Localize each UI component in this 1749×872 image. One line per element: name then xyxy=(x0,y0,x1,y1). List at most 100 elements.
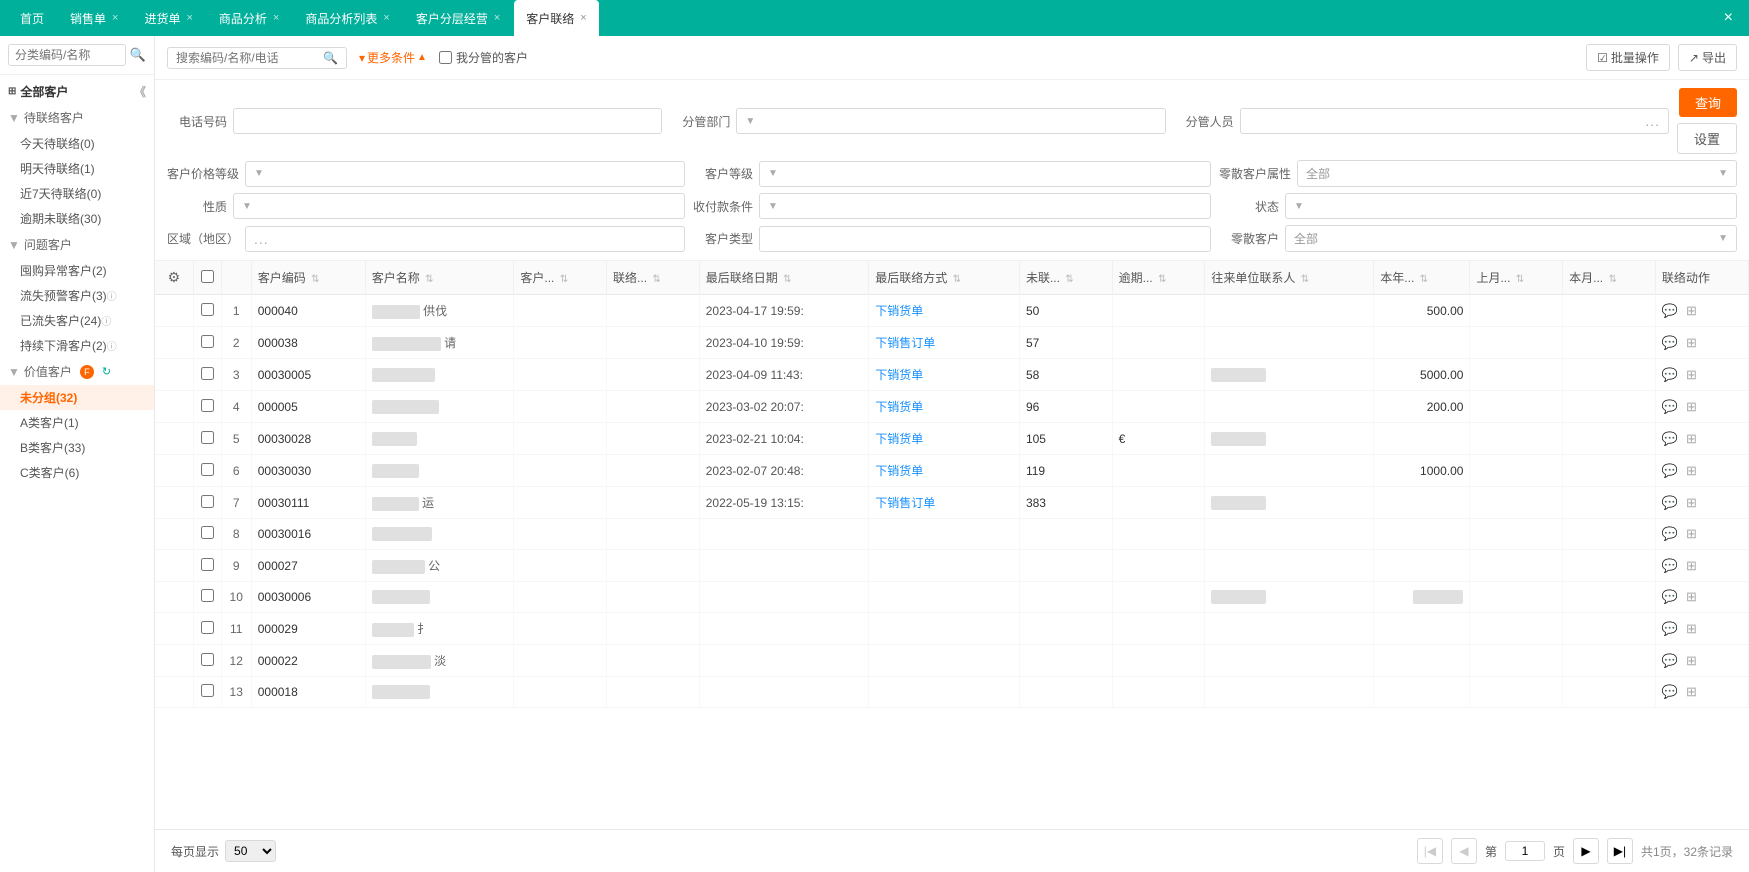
row-checkbox-cell[interactable] xyxy=(193,677,221,708)
sidebar-item-hoarding-abnormal[interactable]: 囤购异常客户(2) xyxy=(0,258,154,283)
col-code[interactable]: 客户编码 ⇅ xyxy=(251,261,365,295)
sidebar-item-churned[interactable]: 已流失客户(24)ⓘ xyxy=(0,308,154,333)
contact-icon[interactable]: 💬 xyxy=(1662,558,1678,574)
reset-btn[interactable]: 设置 xyxy=(1677,123,1737,154)
more-action-icon[interactable]: ⊞ xyxy=(1686,399,1697,415)
status-input[interactable]: ▼ xyxy=(1285,193,1737,219)
close-all-tabs[interactable]: × xyxy=(1716,9,1741,27)
more-action-icon[interactable]: ⊞ xyxy=(1686,303,1697,319)
all-customers-header[interactable]: ⊞ 全部客户 《 xyxy=(0,75,154,104)
contact-icon[interactable]: 💬 xyxy=(1662,335,1678,351)
row-checkbox[interactable] xyxy=(201,589,214,602)
more-action-icon[interactable]: ⊞ xyxy=(1686,367,1697,383)
close-purchase-tab[interactable]: × xyxy=(186,12,192,24)
row-checkbox[interactable] xyxy=(201,399,214,412)
last-way-link[interactable]: 下销售订单 xyxy=(875,336,935,350)
col-this-year[interactable]: 本年... ⇅ xyxy=(1374,261,1470,295)
col-last-way[interactable]: 最后联络方式 ⇅ xyxy=(869,261,1020,295)
close-customer-layer-tab[interactable]: × xyxy=(494,12,500,24)
sidebar-item-class-b[interactable]: B类客户(33) xyxy=(0,435,154,460)
more-action-icon[interactable]: ⊞ xyxy=(1686,621,1697,637)
last-way-link[interactable]: 下销货单 xyxy=(875,304,923,318)
row-checkbox-cell[interactable] xyxy=(193,391,221,423)
col-name[interactable]: 客户名称 ⇅ xyxy=(365,261,514,295)
retail-attr-input[interactable]: 全部 ▼ xyxy=(1297,160,1737,187)
row-checkbox-cell[interactable] xyxy=(193,645,221,677)
price-level-input[interactable]: ▼ xyxy=(245,161,685,187)
query-btn[interactable]: 查询 xyxy=(1679,88,1737,117)
customer-level-input[interactable]: ▼ xyxy=(759,161,1211,187)
col-settings[interactable]: ⚙ xyxy=(155,261,193,295)
sidebar-item-overdue-pending[interactable]: 逾期未联络(30) xyxy=(0,206,154,231)
settings-icon[interactable]: ⚙ xyxy=(168,269,181,285)
more-action-icon[interactable]: ⊞ xyxy=(1686,653,1697,669)
sidebar-item-churn-warning[interactable]: 流失预警客户(3)ⓘ xyxy=(0,283,154,308)
tab-customer-layer[interactable]: 客户分层经营 × xyxy=(404,0,512,36)
first-page-btn[interactable]: |◀ xyxy=(1417,838,1443,864)
tab-product-analysis-list[interactable]: 商品分析列表 × xyxy=(293,0,401,36)
more-action-icon[interactable]: ⊞ xyxy=(1686,495,1697,511)
sidebar-item-class-a[interactable]: A类客户(1) xyxy=(0,410,154,435)
contact-icon[interactable]: 💬 xyxy=(1662,621,1678,637)
sidebar-item-today-pending[interactable]: 今天待联络(0) xyxy=(0,131,154,156)
row-checkbox-cell[interactable] xyxy=(193,455,221,487)
col-last-date[interactable]: 最后联络日期 ⇅ xyxy=(699,261,869,295)
tab-customer-contact[interactable]: 客户联络 × xyxy=(514,0,598,36)
col-not-contacted[interactable]: 未联... ⇅ xyxy=(1019,261,1112,295)
row-checkbox-cell[interactable] xyxy=(193,550,221,582)
row-checkbox[interactable] xyxy=(201,526,214,539)
main-search-icon[interactable]: 🔍 xyxy=(323,51,338,65)
more-action-icon[interactable]: ⊞ xyxy=(1686,431,1697,447)
more-action-icon[interactable]: ⊞ xyxy=(1686,335,1697,351)
row-checkbox[interactable] xyxy=(201,558,214,571)
col-contact[interactable]: 联络... ⇅ xyxy=(607,261,700,295)
row-checkbox[interactable] xyxy=(201,653,214,666)
export-btn[interactable]: ↗ 导出 xyxy=(1678,44,1737,71)
group-problem-customers[interactable]: ▼ 问题客户 xyxy=(0,231,154,258)
tab-purchase[interactable]: 进货单 × xyxy=(132,0,204,36)
contact-icon[interactable]: 💬 xyxy=(1662,431,1678,447)
last-way-link[interactable]: 下销货单 xyxy=(875,368,923,382)
col-last-month[interactable]: 上月... ⇅ xyxy=(1470,261,1563,295)
my-customers-checkbox[interactable] xyxy=(439,51,452,64)
batch-operations-btn[interactable]: ☑ 批量操作 xyxy=(1586,44,1670,71)
contact-icon[interactable]: 💬 xyxy=(1662,589,1678,605)
row-checkbox-cell[interactable] xyxy=(193,519,221,550)
retail-customer-input[interactable]: 全部 ▼ xyxy=(1285,225,1737,252)
phone-input[interactable] xyxy=(233,108,662,134)
customer-type-input[interactable] xyxy=(759,226,1211,252)
row-checkbox-cell[interactable] xyxy=(193,327,221,359)
more-action-icon[interactable]: ⊞ xyxy=(1686,684,1697,700)
region-input[interactable]: ... xyxy=(245,226,685,252)
row-checkbox-cell[interactable] xyxy=(193,359,221,391)
close-product-analysis-tab[interactable]: × xyxy=(273,12,279,24)
more-action-icon[interactable]: ⊞ xyxy=(1686,463,1697,479)
row-checkbox-cell[interactable] xyxy=(193,295,221,327)
row-checkbox[interactable] xyxy=(201,495,214,508)
contact-icon[interactable]: 💬 xyxy=(1662,303,1678,319)
tab-sales[interactable]: 销售单 × xyxy=(58,0,130,36)
col-this-month[interactable]: 本月... ⇅ xyxy=(1563,261,1656,295)
row-checkbox-cell[interactable] xyxy=(193,582,221,613)
col-checkbox[interactable] xyxy=(193,261,221,295)
contact-icon[interactable]: 💬 xyxy=(1662,399,1678,415)
group-pending-contact[interactable]: ▼ 待联络客户 xyxy=(0,104,154,131)
more-conditions-btn[interactable]: ▾ 更多条件 ▲ xyxy=(359,49,427,66)
row-checkbox[interactable] xyxy=(201,303,214,316)
my-customers-filter[interactable]: 我分管的客户 xyxy=(439,49,528,66)
per-page-select[interactable]: 50 100 200 xyxy=(225,840,276,862)
prev-page-btn[interactable]: ◀ xyxy=(1451,838,1477,864)
page-input[interactable] xyxy=(1505,841,1545,861)
row-checkbox[interactable] xyxy=(201,335,214,348)
contact-icon[interactable]: 💬 xyxy=(1662,684,1678,700)
sidebar-search-icon[interactable]: 🔍 xyxy=(130,47,146,63)
group-value-customers[interactable]: ▼ 价值客户 F ↻ xyxy=(0,358,154,385)
more-action-icon[interactable]: ⊞ xyxy=(1686,526,1697,542)
row-checkbox[interactable] xyxy=(201,367,214,380)
main-search-input[interactable] xyxy=(176,51,319,65)
payment-input[interactable]: ▼ xyxy=(759,193,1211,219)
select-all-checkbox[interactable] xyxy=(201,270,214,283)
contact-icon[interactable]: 💬 xyxy=(1662,495,1678,511)
last-page-btn[interactable]: ▶| xyxy=(1607,838,1633,864)
tab-product-analysis[interactable]: 商品分析 × xyxy=(207,0,291,36)
